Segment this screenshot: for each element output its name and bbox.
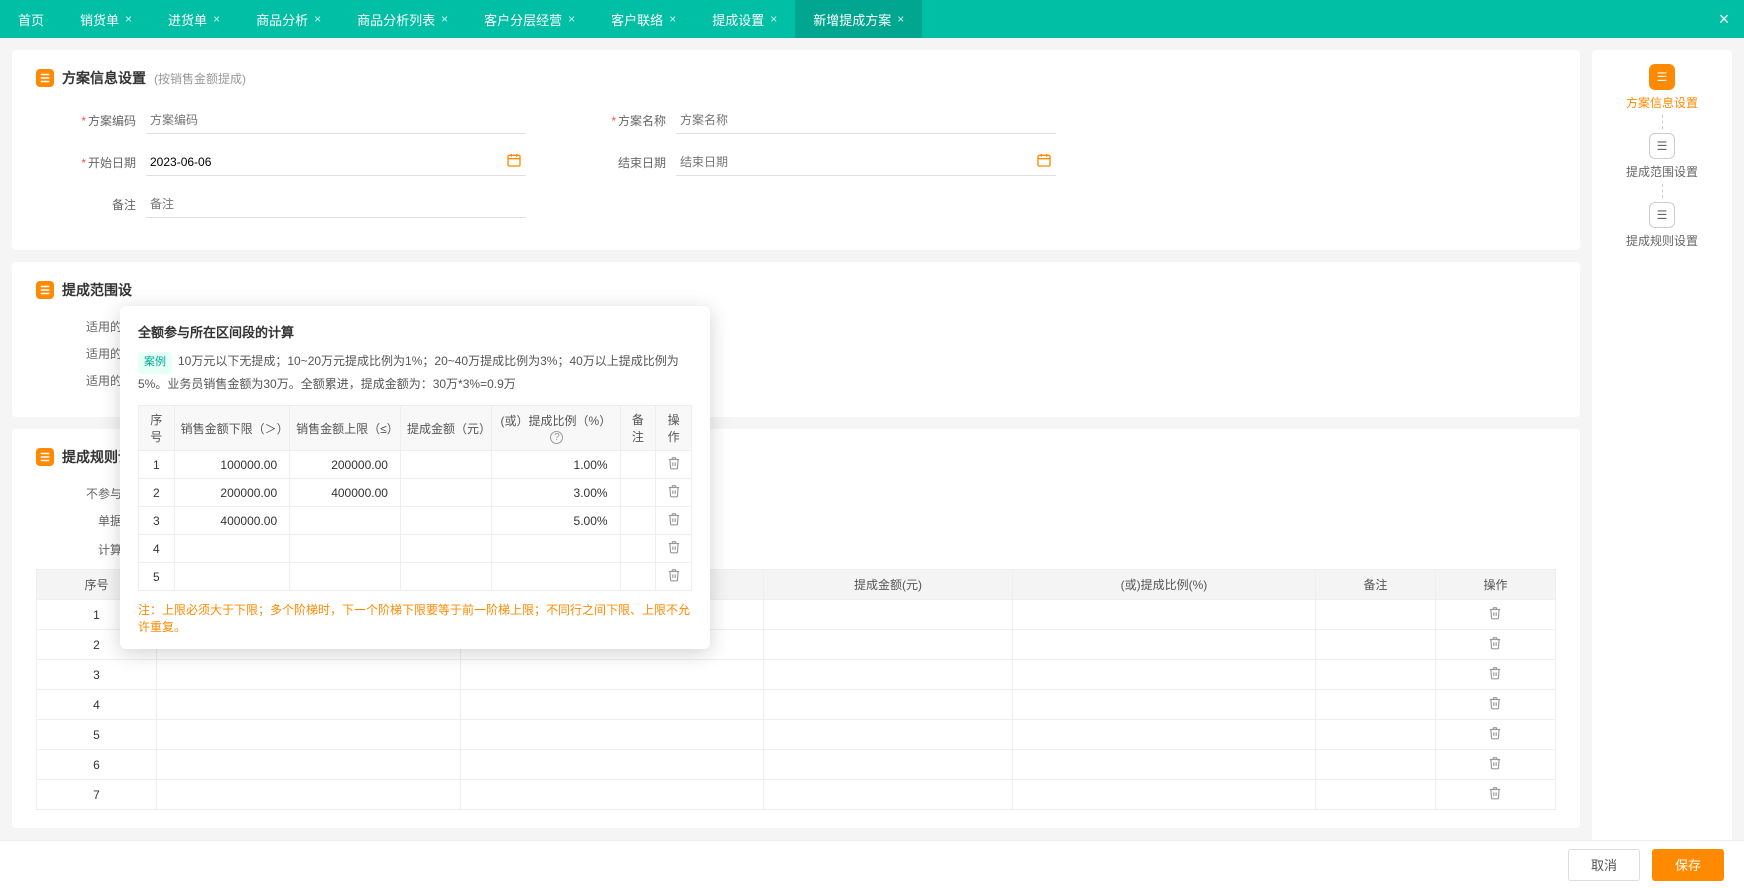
- table-header: 销售金额上限（≤）: [290, 406, 401, 451]
- help-icon[interactable]: ?: [550, 431, 563, 444]
- section-icon: ☰: [36, 281, 54, 299]
- delete-icon[interactable]: [1488, 666, 1502, 683]
- delete-icon[interactable]: [1488, 726, 1502, 743]
- delete-icon[interactable]: [667, 540, 681, 557]
- end-date-input[interactable]: [676, 148, 1056, 176]
- tab-销货单[interactable]: 销货单×: [62, 0, 150, 38]
- table-row: 4: [139, 535, 692, 563]
- panel-title: 方案信息设置: [62, 68, 146, 88]
- plan-code-label: *方案编码: [56, 112, 136, 129]
- step-label: 方案信息设置: [1626, 94, 1698, 111]
- tab-bar: 首页销货单×进货单×商品分析×商品分析列表×客户分层经营×客户联络×提成设置×新…: [0, 0, 1744, 38]
- tab-close-icon[interactable]: ×: [669, 12, 676, 26]
- save-button[interactable]: 保存: [1652, 849, 1724, 881]
- table-header: 备注: [620, 406, 656, 451]
- delete-icon[interactable]: [667, 484, 681, 501]
- table-header: 操作: [1435, 570, 1555, 600]
- tab-close-icon[interactable]: ×: [568, 12, 575, 26]
- table-header: 提成金额(元): [764, 570, 1013, 600]
- delete-icon[interactable]: [1488, 756, 1502, 773]
- panel-subtitle: (按销售金额提成): [154, 70, 246, 87]
- section-icon: ☰: [36, 448, 54, 466]
- popover-table: 序号销售金额下限（＞）销售金额上限（≤）提成金额（元）(或）提成比例（%）?备注…: [138, 405, 692, 591]
- table-row: 3400000.005.00%: [139, 507, 692, 535]
- section-icon: ☰: [36, 69, 54, 87]
- table-row: 2200000.00400000.003.00%: [139, 479, 692, 507]
- plan-code-input[interactable]: [146, 106, 526, 134]
- table-row: 6: [37, 750, 1556, 780]
- delete-icon[interactable]: [1488, 606, 1502, 623]
- tab-提成设置[interactable]: 提成设置×: [694, 0, 795, 38]
- step-icon: ☰: [1649, 133, 1675, 159]
- delete-icon[interactable]: [1488, 786, 1502, 803]
- example-popover: 全额参与所在区间段的计算 案例10万元以下无提成；10~20万元提成比例为1%；…: [120, 306, 710, 649]
- popover-footnote: 注：上限必须大于下限；多个阶梯时，下一个阶梯下限要等于前一阶梯上限；不同行之间下…: [138, 601, 692, 635]
- remark-input[interactable]: [146, 190, 526, 218]
- step-icon: ☰: [1649, 202, 1675, 228]
- table-header: (或)提成比例(%): [1012, 570, 1315, 600]
- plan-name-input[interactable]: [676, 106, 1056, 134]
- calendar-icon[interactable]: [506, 152, 522, 171]
- step-label: 提成规则设置: [1626, 232, 1698, 249]
- table-row: 7: [37, 780, 1556, 810]
- tab-商品分析列表[interactable]: 商品分析列表×: [339, 0, 466, 38]
- start-date-input[interactable]: [146, 148, 526, 176]
- step-label: 提成范围设置: [1626, 163, 1698, 180]
- tab-close-icon[interactable]: ×: [770, 12, 777, 26]
- side-step[interactable]: ☰ 方案信息设置: [1626, 64, 1698, 111]
- side-step-nav: ☰ 方案信息设置 ☰ 提成范围设置 ☰ 提成规则设置: [1592, 50, 1732, 876]
- remark-label: 备注: [56, 196, 136, 213]
- tab-客户联络[interactable]: 客户联络×: [593, 0, 694, 38]
- delete-icon[interactable]: [667, 456, 681, 473]
- tab-新增提成方案[interactable]: 新增提成方案×: [795, 0, 922, 38]
- step-icon: ☰: [1649, 64, 1675, 90]
- footer-bar: 取消 保存: [0, 840, 1744, 888]
- panel-title: 提成范围设: [62, 280, 132, 300]
- table-header: 销售金额下限（＞）: [174, 406, 290, 451]
- tab-客户分层经营[interactable]: 客户分层经营×: [466, 0, 593, 38]
- table-row: 3: [37, 660, 1556, 690]
- table-row: 1100000.00200000.001.00%: [139, 451, 692, 479]
- popover-title: 全额参与所在区间段的计算: [138, 322, 692, 341]
- tab-close-icon[interactable]: ×: [441, 12, 448, 26]
- tab-进货单[interactable]: 进货单×: [150, 0, 238, 38]
- cancel-button[interactable]: 取消: [1568, 849, 1640, 881]
- end-date-label: 结束日期: [586, 154, 666, 171]
- tab-首页[interactable]: 首页: [0, 0, 62, 38]
- table-row: 4: [37, 690, 1556, 720]
- table-row: 5: [139, 563, 692, 591]
- table-row: 5: [37, 720, 1556, 750]
- popover-desc: 案例10万元以下无提成；10~20万元提成比例为1%；20~40万提成比例为3%…: [138, 351, 692, 395]
- tab-close-icon[interactable]: ×: [314, 12, 321, 26]
- delete-icon[interactable]: [1488, 636, 1502, 653]
- start-date-label: *开始日期: [56, 154, 136, 171]
- delete-icon[interactable]: [667, 512, 681, 529]
- example-badge: 案例: [138, 352, 172, 374]
- tab-商品分析[interactable]: 商品分析×: [238, 0, 339, 38]
- side-step[interactable]: ☰ 提成规则设置: [1626, 202, 1698, 249]
- table-header: 提成金额（元）: [400, 406, 491, 451]
- tab-close-icon[interactable]: ×: [125, 12, 132, 26]
- side-step[interactable]: ☰ 提成范围设置: [1626, 133, 1698, 180]
- table-header: 序号: [139, 406, 175, 451]
- delete-icon[interactable]: [667, 568, 681, 585]
- calendar-icon[interactable]: [1036, 152, 1052, 171]
- delete-icon[interactable]: [1488, 696, 1502, 713]
- table-header: 操作: [656, 406, 692, 451]
- table-header: 备注: [1316, 570, 1436, 600]
- tabbar-close-icon[interactable]: ×: [1704, 0, 1744, 38]
- tab-close-icon[interactable]: ×: [213, 12, 220, 26]
- table-header: (或）提成比例（%）?: [492, 406, 620, 451]
- panel-plan-info: ☰ 方案信息设置 (按销售金额提成) *方案编码 *方案名称 *开始日期: [12, 50, 1580, 250]
- plan-name-label: *方案名称: [586, 112, 666, 129]
- tab-close-icon[interactable]: ×: [897, 12, 904, 26]
